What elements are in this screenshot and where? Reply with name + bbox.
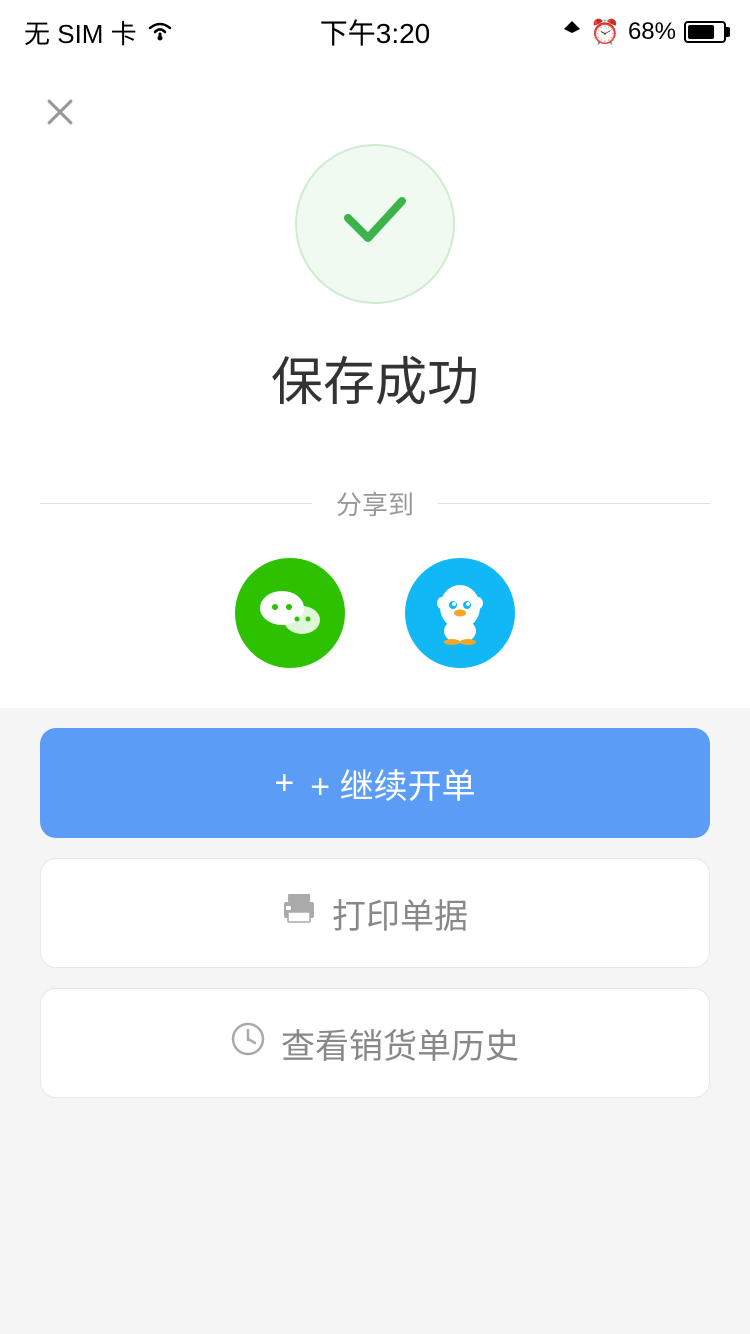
history-button[interactable]: 查看销货单历史 [40, 988, 710, 1098]
location-icon [562, 18, 582, 46]
share-divider: 分享到 [0, 455, 750, 558]
share-icons-container [0, 558, 750, 668]
status-bar: 无 SIM 卡 下午3:20 ⏰ 68% [0, 0, 750, 64]
wechat-icon [258, 586, 323, 641]
wifi-icon [145, 17, 175, 48]
success-circle [295, 144, 455, 304]
divider-right [438, 503, 710, 504]
checkmark-icon [330, 173, 420, 276]
close-button[interactable] [36, 88, 84, 136]
status-left: 无 SIM 卡 [24, 14, 175, 51]
battery-icon [684, 21, 726, 43]
status-time: 下午3:20 [320, 12, 431, 52]
main-content: 保存成功 分享到 [0, 64, 750, 708]
divider-left [40, 503, 312, 504]
action-section: + + 继续开单 打印单据 查看销货单历史 [0, 708, 750, 1098]
clock-icon [231, 1022, 265, 1065]
qq-share-button[interactable] [405, 558, 515, 668]
wechat-share-button[interactable] [235, 558, 345, 668]
close-icon [42, 94, 78, 130]
printer-icon [282, 894, 316, 933]
print-label: 打印单据 [332, 889, 468, 938]
print-button[interactable]: 打印单据 [40, 858, 710, 968]
continue-button[interactable]: + + 继续开单 [40, 728, 710, 838]
plus-icon: + [274, 764, 294, 803]
success-section: 保存成功 [0, 64, 750, 455]
success-title: 保存成功 [271, 340, 479, 415]
status-right: ⏰ 68% [562, 18, 726, 47]
history-label: 查看销货单历史 [281, 1019, 519, 1068]
battery-percent: 68% [628, 18, 676, 46]
share-section: 分享到 [0, 455, 750, 708]
sim-status: 无 SIM 卡 [24, 14, 137, 51]
continue-full-label: + 继续开单 [310, 759, 475, 808]
qq-icon [428, 581, 493, 646]
alarm-icon: ⏰ [590, 18, 620, 47]
share-label: 分享到 [312, 485, 438, 522]
